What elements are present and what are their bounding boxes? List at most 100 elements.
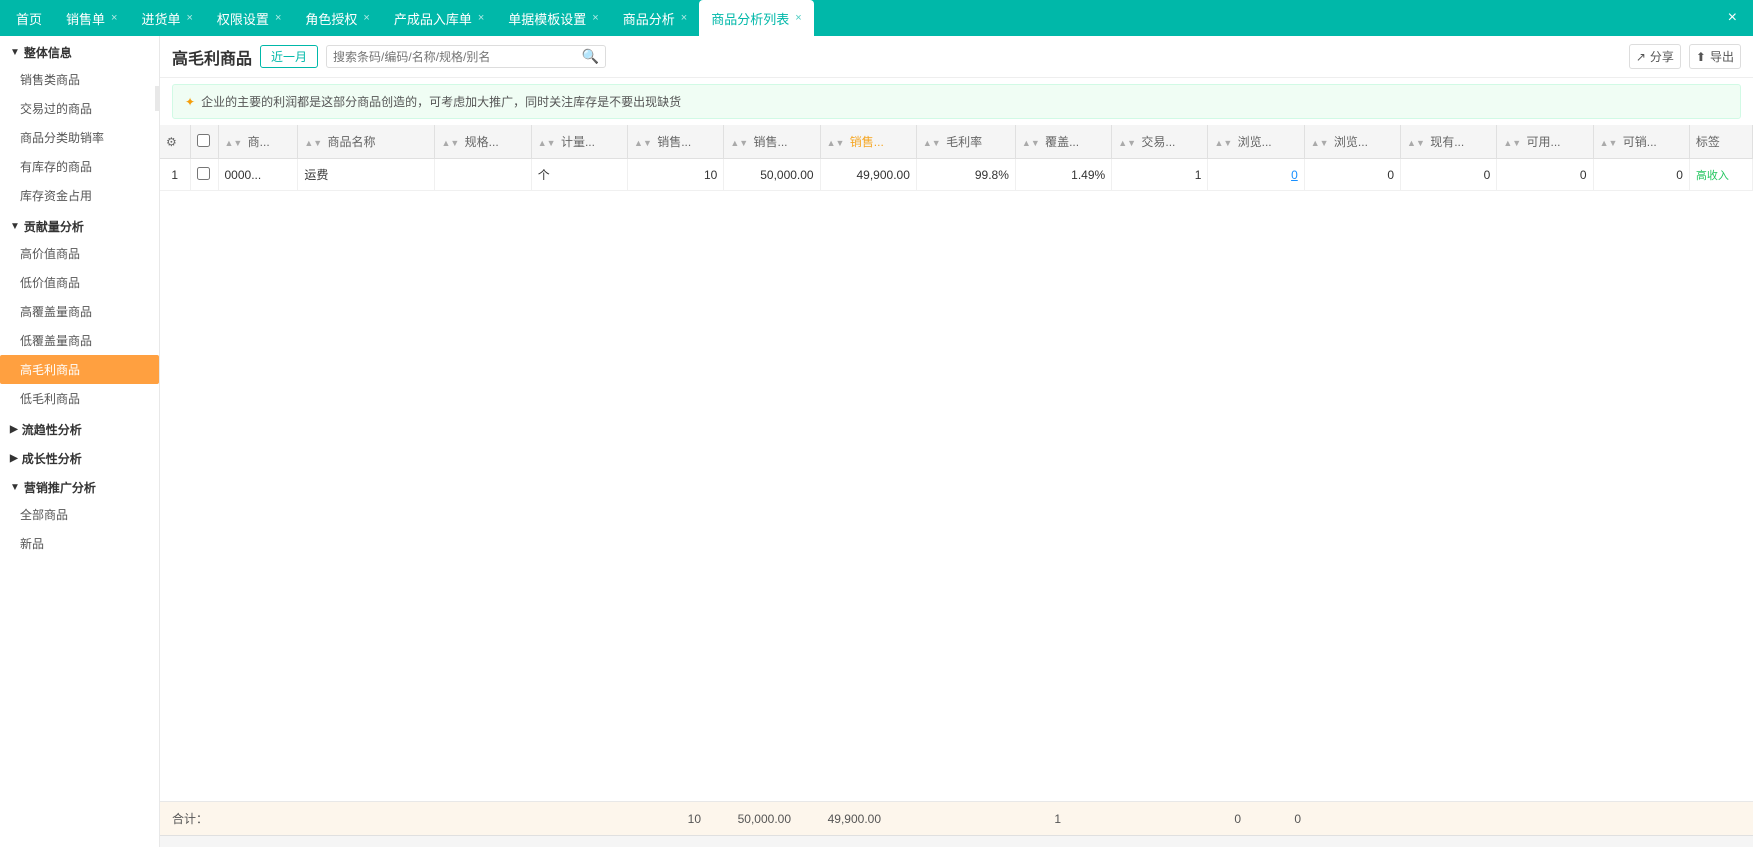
arrow-trend-icon: ▶ [10,424,18,435]
sidebar-group-contribution[interactable]: ▼ 贡献量分析 [0,210,159,239]
sidebar-item-low-coverage[interactable]: 低覆盖量商品 [0,326,159,355]
sidebar-group-marketing[interactable]: ▼ 营销推广分析 [0,471,159,500]
cell-sales-cost: 49,900.00 [820,159,916,191]
sort-browse1-icon: ▲▼ [1214,138,1232,148]
col-sales-cost[interactable]: ▲▼ 销售... [820,125,916,159]
close-tab-product-analysis[interactable]: × [681,12,687,24]
footer-spacer4 [587,812,647,826]
share-button[interactable]: ↗ 分享 [1629,44,1681,69]
col-name[interactable]: ▲▼ 商品名称 [298,125,435,159]
nav-permissions[interactable]: 权限设置 × [205,0,293,36]
search-icon[interactable]: 🔍 [582,48,599,65]
close-tab-permissions[interactable]: × [275,12,281,24]
sidebar-item-all-goods[interactable]: 全部商品 [0,500,159,529]
footer-spacer7 [1067,812,1127,826]
nav-template-settings[interactable]: 单据模板设置 × [496,0,610,36]
col-unit[interactable]: ▲▼ 计量... [531,125,627,159]
sort-gross-margin-icon: ▲▼ [923,138,941,148]
footer-spacer6 [947,812,1007,826]
sidebar-item-high-coverage[interactable]: 高覆盖量商品 [0,297,159,326]
footer-spacer8 [1127,812,1187,826]
footer-total-bar: 合计： 10 50,000.00 49,900.00 1 0 0 [160,801,1753,835]
footer-transaction: 1 [1007,812,1067,826]
total-label: 合计： [172,810,272,827]
sort-name-icon: ▲▼ [304,138,322,148]
sidebar-item-category-sales-rate[interactable]: 商品分类助销率 [0,123,159,152]
col-code[interactable]: ▲▼ 商... [218,125,298,159]
row-checkbox[interactable] [197,167,210,180]
sort-sales-qty-icon: ▲▼ [634,138,652,148]
col-current-stock[interactable]: ▲▼ 现有... [1401,125,1497,159]
sidebar-item-inventory-capital[interactable]: 库存资金占用 [0,181,159,210]
cell-saleable: 0 [1593,159,1689,191]
nav-sales-order[interactable]: 销售单 × [54,0,129,36]
nav-roles[interactable]: 角色授权 × [293,0,381,36]
footer-spacer2 [427,812,507,826]
nav-product-analysis-list[interactable]: 商品分析列表 × [699,0,813,36]
col-saleable[interactable]: ▲▼ 可销... [1593,125,1689,159]
data-table: ⚙ ▲▼ 商... ▲▼ 商品名称 [160,125,1753,191]
footer-sales-cost: 49,900.00 [797,812,887,826]
col-gross-margin[interactable]: ▲▼ 毛利率 [916,125,1015,159]
cell-spec [435,159,531,191]
content-header: 高毛利商品 近一月 🔍 ↗ 分享 ⬆ 导出 [160,36,1753,78]
nav-product-warehouse[interactable]: 产成品入库单 × [382,0,496,36]
col-browse1[interactable]: ▲▼ 浏览... [1208,125,1304,159]
table-container: ⚙ ▲▼ 商... ▲▼ 商品名称 [160,125,1753,801]
col-sales-qty[interactable]: ▲▼ 销售... [628,125,724,159]
sidebar-group-growth[interactable]: ▶ 成长性分析 [0,442,159,471]
sidebar-item-new-goods[interactable]: 新品 [0,529,159,558]
sidebar-item-high-value[interactable]: 高价值商品 [0,239,159,268]
horizontal-scrollbar[interactable] [160,835,1753,847]
cell-checkbox [190,159,218,191]
sidebar-item-low-margin[interactable]: 低毛利商品 [0,384,159,413]
cell-sales-amount: 50,000.00 [724,159,820,191]
col-browse2[interactable]: ▲▼ 浏览... [1304,125,1400,159]
col-spec[interactable]: ▲▼ 规格... [435,125,531,159]
tip-bar: ✦ 企业的主要的利润都是这部分商品创造的，可考虑加大推广，同时关注库存是不要出现… [172,84,1741,119]
arrow-overall-icon: ▼ [10,47,20,58]
nav-product-analysis[interactable]: 商品分析 × [611,0,699,36]
close-tab-product-analysis-list[interactable]: × [795,12,801,24]
sort-code-icon: ▲▼ [225,138,243,148]
col-sales-amount[interactable]: ▲▼ 销售... [724,125,820,159]
sidebar: 《 ▼ 整体信息 销售类商品 交易过的商品 商品分类助销率 有库存的商品 库存资… [0,36,160,847]
sidebar-item-sales-goods[interactable]: 销售类商品 [0,65,159,94]
sidebar-item-traded-goods[interactable]: 交易过的商品 [0,94,159,123]
share-icon: ↗ [1636,50,1646,64]
col-tag: 标签 [1689,125,1752,159]
select-all-checkbox[interactable] [197,134,210,147]
content-area: 高毛利商品 近一月 🔍 ↗ 分享 ⬆ 导出 ✦ 企业的主要的利润都是这部分商品创… [160,36,1753,847]
sort-coverage-icon: ▲▼ [1022,138,1040,148]
cell-browse1[interactable]: 0 [1208,159,1304,191]
sort-sales-amount-icon: ▲▼ [730,138,748,148]
sidebar-group-trend[interactable]: ▶ 流趋性分析 [0,413,159,442]
sidebar-item-low-value[interactable]: 低价值商品 [0,268,159,297]
export-icon: ⬆ [1696,50,1706,64]
close-tab-roles[interactable]: × [363,12,369,24]
cell-gross-margin: 99.8% [916,159,1015,191]
period-button[interactable]: 近一月 [260,45,318,68]
sort-transaction-icon: ▲▼ [1118,138,1136,148]
sidebar-item-high-margin[interactable]: 高毛利商品 [0,355,159,384]
close-tab-sales[interactable]: × [111,12,117,24]
footer-cells: 10 50,000.00 49,900.00 1 0 0 [272,812,1741,826]
table-row: 1 0000... 运费 个 10 50,000.00 49,900.00 99… [160,159,1753,191]
nav-purchase-order[interactable]: 进货单 × [129,0,204,36]
sidebar-collapse-button[interactable]: 《 [155,86,160,111]
footer-spacer1 [272,812,427,826]
sidebar-item-in-stock-goods[interactable]: 有库存的商品 [0,152,159,181]
nav-home[interactable]: 首页 [4,0,54,36]
col-available[interactable]: ▲▼ 可用... [1497,125,1593,159]
close-tab-product-warehouse[interactable]: × [478,12,484,24]
export-button[interactable]: ⬆ 导出 [1689,44,1741,69]
col-settings[interactable]: ⚙ [160,125,190,159]
close-tab-template[interactable]: × [592,12,598,24]
col-transaction[interactable]: ▲▼ 交易... [1112,125,1208,159]
close-window-button[interactable]: × [1716,9,1749,27]
col-coverage[interactable]: ▲▼ 覆盖... [1015,125,1111,159]
sort-available-icon: ▲▼ [1503,138,1521,148]
sidebar-group-overall[interactable]: ▼ 整体信息 [0,36,159,65]
close-tab-purchase[interactable]: × [186,12,192,24]
search-input[interactable] [333,50,582,64]
